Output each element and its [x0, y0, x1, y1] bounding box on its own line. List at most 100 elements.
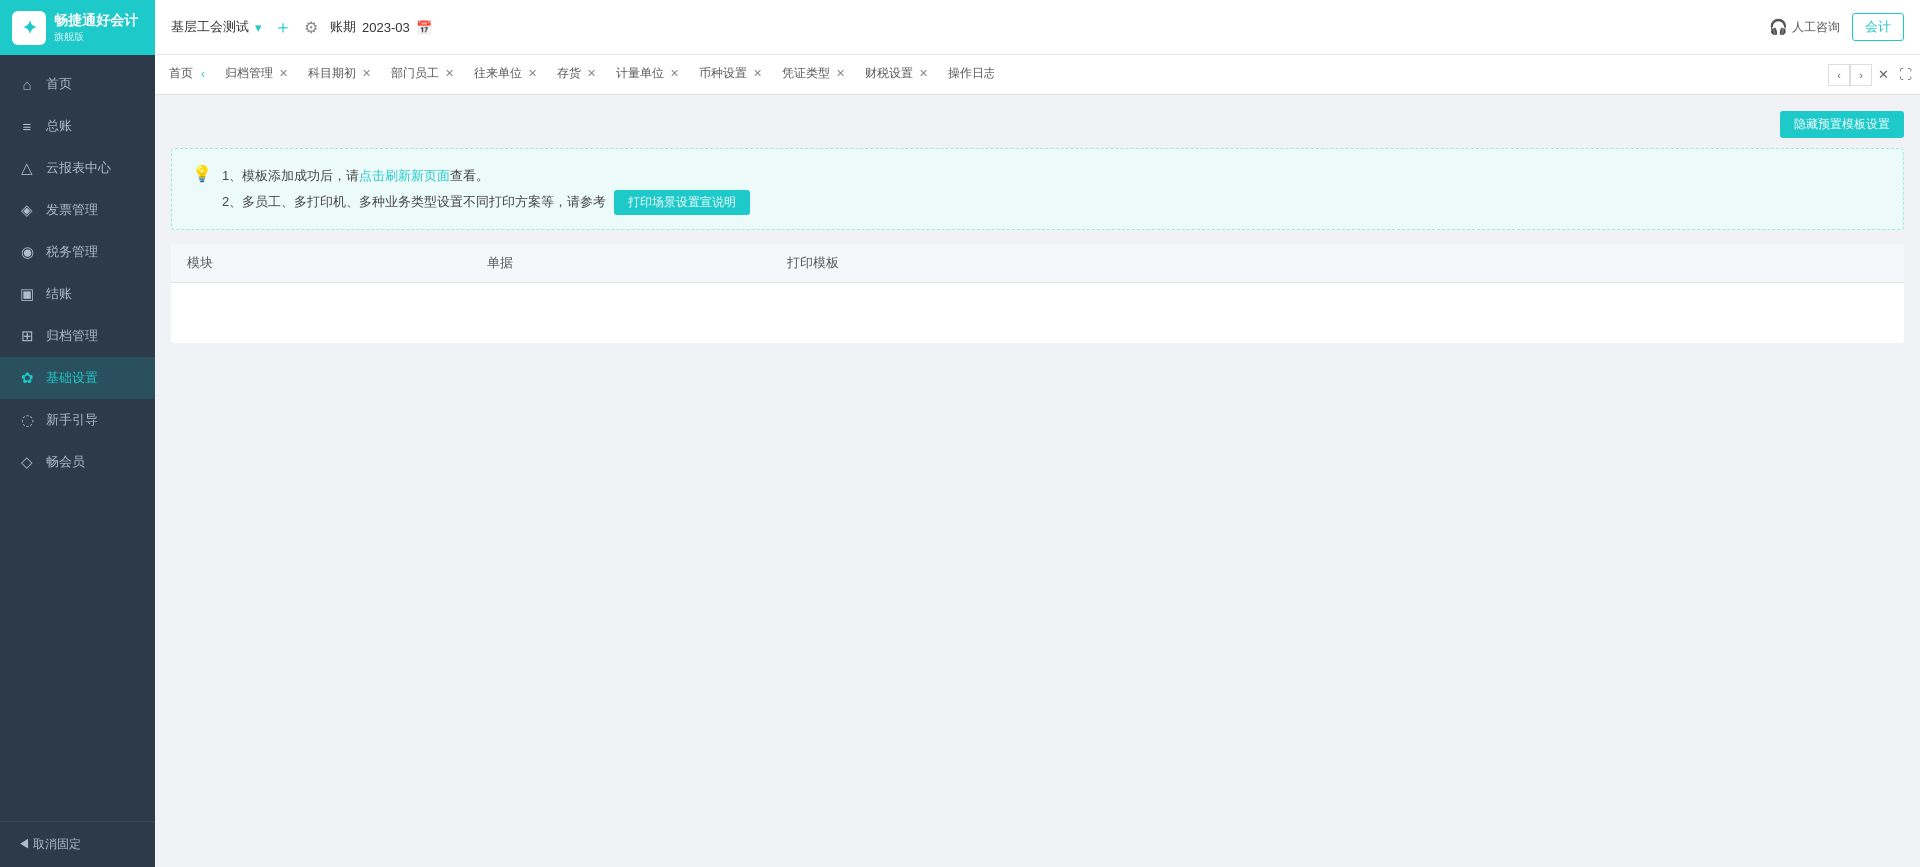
notice-line1-prefix: 1、模板添加成功后，请	[222, 168, 359, 183]
notice-refresh-link[interactable]: 点击刷新新页面	[359, 168, 450, 183]
tab-voucher-type[interactable]: 凭证类型 ✕	[772, 55, 855, 95]
tab-label-unit: 计量单位	[616, 65, 664, 82]
tabs-next-button[interactable]: ›	[1850, 64, 1872, 86]
tab-close-currency[interactable]: ✕	[753, 67, 762, 80]
period-selector[interactable]: 账期 2023-03 📅	[330, 18, 432, 36]
service-label: 人工咨询	[1792, 19, 1840, 36]
sidebar-item-archive[interactable]: ⊞ 归档管理	[0, 315, 155, 357]
tab-contacts[interactable]: 往来单位 ✕	[464, 55, 547, 95]
lightbulb-icon: 💡	[192, 164, 212, 183]
print-scene-button[interactable]: 打印场景设置宣说明	[614, 190, 750, 215]
tabs-prev-button[interactable]: ‹	[1828, 64, 1850, 86]
nav-icon-archive: ⊞	[18, 327, 36, 345]
tab-department[interactable]: 部门员工 ✕	[381, 55, 464, 95]
notice-content: 1、模板添加成功后，请点击刷新新页面查看。 2、多员工、多打印机、多种业务类型设…	[222, 163, 750, 215]
hide-preview-container: 隐藏预置模板设置	[171, 111, 1904, 138]
nav-label-reports: 云报表中心	[46, 159, 111, 177]
nav-icon-home: ⌂	[18, 76, 36, 93]
tab-label-subjects: 科目期初	[308, 65, 356, 82]
tab-label-contacts: 往来单位	[474, 65, 522, 82]
sidebar-item-home[interactable]: ⌂ 首页	[0, 63, 155, 105]
tab-label-inventory: 存货	[557, 65, 581, 82]
tab-label-operation-log: 操作日志	[948, 65, 994, 82]
tab-close-tax-settings[interactable]: ✕	[919, 67, 928, 80]
tabs-close-all-button[interactable]: ✕	[1872, 64, 1894, 86]
tab-operation-log[interactable]: 操作日志✕	[938, 55, 994, 95]
headphone-icon: 🎧	[1769, 18, 1788, 36]
nav-icon-tax: ◉	[18, 243, 36, 261]
tab-label-voucher-type: 凭证类型	[782, 65, 830, 82]
tab-label-currency: 币种设置	[699, 65, 747, 82]
table-header: 模块 单据 打印模板	[171, 244, 1904, 283]
nav-label-member: 畅会员	[46, 453, 85, 471]
nav-label-archive: 归档管理	[46, 327, 98, 345]
tabs-expand-button[interactable]: ⛶	[1894, 64, 1916, 86]
sidebar-item-member[interactable]: ◇ 畅会员	[0, 441, 155, 483]
sidebar-item-reports[interactable]: △ 云报表中心	[0, 147, 155, 189]
tabs-bar: 首页‹归档管理✕科目期初✕部门员工✕往来单位✕存货✕计量单位✕币种设置✕凭证类型…	[155, 55, 1920, 95]
company-selector[interactable]: 基层工会测试 ▾	[171, 18, 262, 36]
nav-label-closing: 结账	[46, 285, 72, 303]
tab-tax-settings[interactable]: 财税设置 ✕	[855, 55, 938, 95]
sidebar-logo: ✦ 畅捷通好会计 旗舰版	[0, 0, 155, 55]
tab-close-department[interactable]: ✕	[445, 67, 454, 80]
tab-label-tax-settings: 财税设置	[865, 65, 913, 82]
hide-preview-button[interactable]: 隐藏预置模板设置	[1780, 111, 1904, 138]
notice-line1: 1、模板添加成功后，请点击刷新新页面查看。	[222, 163, 750, 189]
sidebar-item-settings[interactable]: ✿基础设置	[0, 357, 155, 399]
tab-home-arrow: ‹	[201, 67, 205, 81]
sidebar-item-tax[interactable]: ◉税务管理	[0, 231, 155, 273]
tab-close-inventory[interactable]: ✕	[587, 67, 596, 80]
sidebar-item-closing[interactable]: ▣ 结账	[0, 273, 155, 315]
tab-close-archive-mgmt[interactable]: ✕	[279, 67, 288, 80]
tab-close-voucher-type[interactable]: ✕	[836, 67, 845, 80]
service-button[interactable]: 🎧 人工咨询	[1769, 18, 1840, 36]
data-table: 模块 单据 打印模板	[171, 244, 1904, 343]
col-voucher: 单据	[487, 254, 787, 272]
sidebar-item-ledger[interactable]: ≡总账	[0, 105, 155, 147]
company-dropdown-icon[interactable]: ▾	[255, 20, 262, 35]
tab-unit[interactable]: 计量单位 ✕	[606, 55, 689, 95]
tab-label-home: 首页	[169, 65, 193, 82]
tab-label-department: 部门员工	[391, 65, 439, 82]
kuaiji-button[interactable]: 会计	[1852, 13, 1904, 41]
nav-icon-guide: ◌	[18, 411, 36, 429]
notice-row: 💡 1、模板添加成功后，请点击刷新新页面查看。 2、多员工、多打印机、多种业务类…	[192, 163, 1883, 215]
notice-line1-suffix: 查看。	[450, 168, 489, 183]
topbar: 基层工会测试 ▾ ＋ ⚙ 账期 2023-03 📅 🎧 人工咨询 会计	[155, 0, 1920, 55]
nav-icon-member: ◇	[18, 453, 36, 471]
nav-icon-reports: △	[18, 159, 36, 177]
nav-icon-ledger: ≡	[18, 118, 36, 135]
tab-home[interactable]: 首页 ‹	[159, 55, 215, 95]
main-area: 基层工会测试 ▾ ＋ ⚙ 账期 2023-03 📅 🎧 人工咨询 会计 首页 ‹ 归…	[155, 0, 1920, 867]
add-company-button[interactable]: ＋	[274, 15, 292, 39]
sidebar-item-guide[interactable]: ◌新手引导	[0, 399, 155, 441]
sidebar: ✦ 畅捷通好会计 旗舰版 ⌂ 首页 ≡总账 △ 云报表中心 ◈ 发票管理 ◉税务管理 ▣ 结账 ⊞ 归…	[0, 0, 155, 867]
nav-label-home: 首页	[46, 75, 72, 93]
logo-icon: ✦	[12, 11, 46, 45]
tab-archive-mgmt[interactable]: 归档管理 ✕	[215, 55, 298, 95]
tab-label-archive-mgmt: 归档管理	[225, 65, 273, 82]
logo-sub: 旗舰版	[54, 30, 138, 44]
sidebar-item-invoice[interactable]: ◈ 发票管理	[0, 189, 155, 231]
tab-inventory[interactable]: 存货 ✕	[547, 55, 606, 95]
col-template: 打印模板	[787, 254, 1888, 272]
tab-currency[interactable]: 币种设置 ✕	[689, 55, 772, 95]
sidebar-nav: ⌂ 首页 ≡总账 △ 云报表中心 ◈ 发票管理 ◉税务管理 ▣ 结账 ⊞ 归档管理 ✿基础设置◌新手引导…	[0, 55, 155, 821]
unpin-button[interactable]: ◀ 取消固定	[0, 821, 155, 867]
notice-box: 💡 1、模板添加成功后，请点击刷新新页面查看。 2、多员工、多打印机、多种业务类…	[171, 148, 1904, 230]
logo-text: 畅捷通好会计	[54, 11, 138, 29]
tab-close-unit[interactable]: ✕	[670, 67, 679, 80]
nav-label-invoice: 发票管理	[46, 201, 98, 219]
notice-line2-prefix: 2、多员工、多打印机、多种业务类型设置不同打印方案等，请参考	[222, 194, 606, 209]
tab-close-contacts[interactable]: ✕	[528, 67, 537, 80]
notice-line2: 2、多员工、多打印机、多种业务类型设置不同打印方案等，请参考 打印场景设置宣说明	[222, 189, 750, 215]
settings-icon[interactable]: ⚙	[304, 18, 318, 37]
nav-icon-invoice: ◈	[18, 201, 36, 219]
nav-icon-closing: ▣	[18, 285, 36, 303]
nav-icon-settings: ✿	[18, 369, 36, 387]
tab-close-subjects[interactable]: ✕	[362, 67, 371, 80]
table-body	[171, 283, 1904, 343]
calendar-icon[interactable]: 📅	[416, 20, 432, 35]
tab-subjects[interactable]: 科目期初 ✕	[298, 55, 381, 95]
